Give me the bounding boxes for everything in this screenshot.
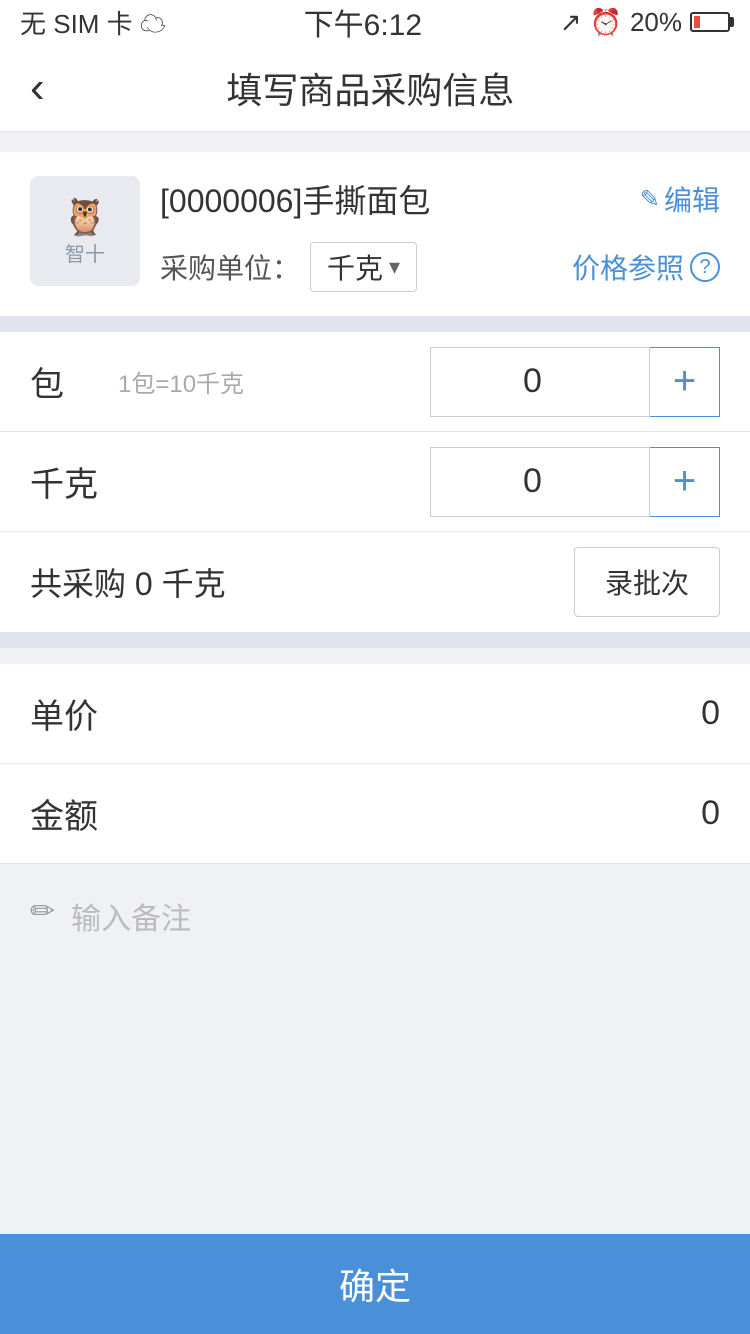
unit-price-row: 单价 0 — [0, 664, 750, 764]
kg-plus-button[interactable]: + — [650, 447, 720, 517]
price-reference-link[interactable]: 价格参照 ? — [572, 247, 720, 287]
input-section: 包 1包=10千克 + 千克 + 共采购 0 千克 录批次 — [0, 332, 750, 632]
unit-value: 千克 — [327, 247, 383, 287]
amount-value: 0 — [701, 794, 720, 833]
page-title: 填写商品采购信息 — [65, 62, 676, 114]
product-image: 🦉 智十 — [30, 176, 140, 286]
remark-placeholder: 输入备注 — [71, 894, 191, 938]
remark-section[interactable]: ✏ 输入备注 — [0, 864, 750, 984]
unit-row: 采购单位： 千克 ▾ — [160, 242, 417, 292]
status-bar-right: ↗ ⏰ 20% — [560, 7, 730, 38]
pricing-section: 单价 0 金额 0 — [0, 664, 750, 864]
bao-input-row: 包 1包=10千克 + — [0, 332, 750, 432]
amount-row: 金额 0 — [0, 764, 750, 864]
back-button[interactable]: ‹ — [30, 63, 45, 113]
alarm-icon: ⏰ — [590, 7, 622, 38]
edit-icon: ✎ — [640, 185, 660, 214]
amount-label: 金额 — [30, 789, 98, 838]
summary-text: 共采购 0 千克 — [30, 559, 226, 605]
status-bar-time: 下午6:12 — [304, 0, 422, 44]
nav-bar: ‹ 填写商品采购信息 — [0, 44, 750, 132]
location-icon: ↗ — [560, 7, 582, 38]
bao-label: 包 — [30, 357, 110, 406]
bao-plus-button[interactable]: + — [650, 347, 720, 417]
bao-quantity-input[interactable] — [430, 347, 650, 417]
info-icon: ? — [690, 252, 720, 282]
unit-price-value: 0 — [701, 694, 720, 733]
unit-label: 采购单位： — [160, 247, 300, 287]
kg-input-row: 千克 + — [0, 432, 750, 532]
pencil-icon: ✏ — [30, 894, 55, 929]
content-area — [0, 984, 750, 1264]
brand-text: 智十 — [65, 238, 105, 267]
product-name: [0000006]手撕面包 — [160, 176, 430, 222]
unit-price-label: 单价 — [30, 689, 98, 738]
product-info: [0000006]手撕面包 ✎ 编辑 采购单位： 千克 ▾ 价格参照 ? — [160, 176, 720, 292]
product-logo-icon: 🦉 — [63, 196, 108, 238]
kg-quantity-input[interactable] — [430, 447, 650, 517]
status-bar-left: 无 SIM 卡 ☁ — [20, 4, 166, 41]
section-divider-1 — [0, 316, 750, 332]
chevron-down-icon: ▾ — [389, 254, 400, 280]
battery-icon — [690, 12, 730, 32]
battery-percent: 20% — [630, 7, 682, 38]
status-bar: 无 SIM 卡 ☁ 下午6:12 ↗ ⏰ 20% — [0, 0, 750, 44]
unit-select[interactable]: 千克 ▾ — [310, 242, 417, 292]
product-card: 🦉 智十 [0000006]手撕面包 ✎ 编辑 采购单位： 千克 ▾ 价格参照 … — [0, 152, 750, 316]
batch-record-button[interactable]: 录批次 — [574, 547, 720, 617]
edit-button[interactable]: ✎ 编辑 — [640, 179, 720, 219]
bao-sublabel: 1包=10千克 — [118, 364, 244, 399]
kg-label: 千克 — [30, 457, 110, 506]
section-divider-2 — [0, 632, 750, 648]
confirm-button[interactable]: 确定 — [0, 1234, 750, 1334]
summary-row: 共采购 0 千克 录批次 — [0, 532, 750, 632]
signal-text: 无 SIM 卡 ☁ — [20, 4, 166, 41]
